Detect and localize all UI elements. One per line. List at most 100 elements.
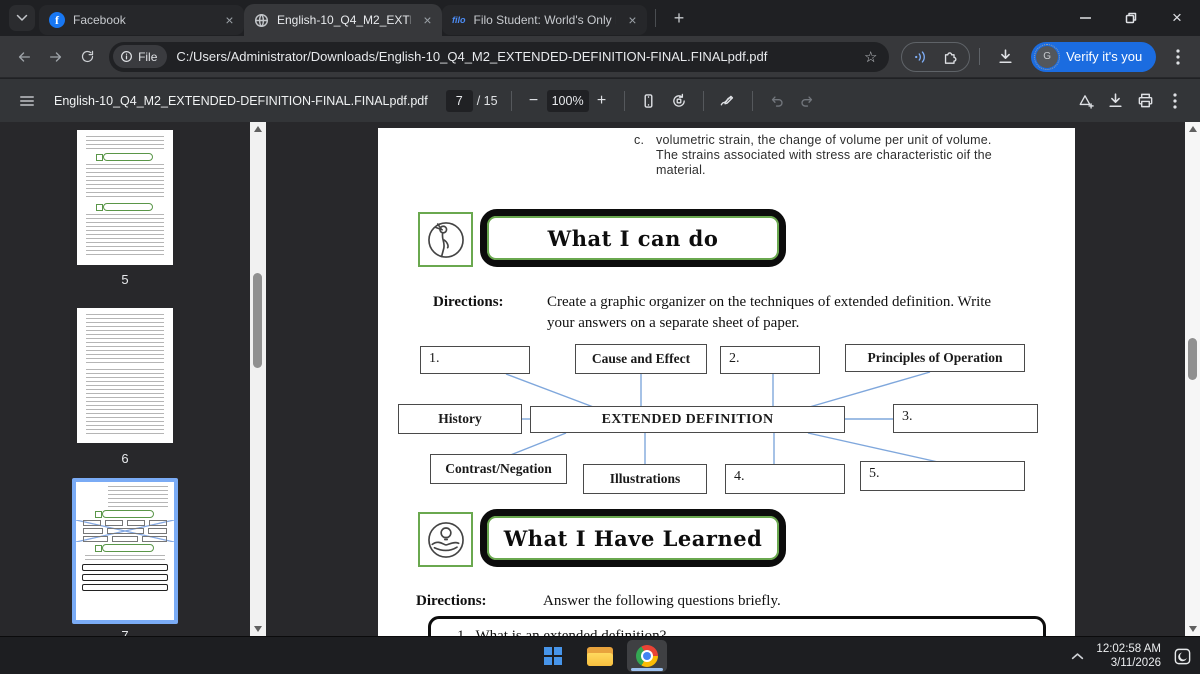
file-scheme-chip[interactable]: File: [113, 45, 168, 68]
scrollbar-thumb[interactable]: [253, 273, 262, 368]
reading-mode-icon[interactable]: [913, 49, 929, 65]
verify-its-you-button[interactable]: G Verify it's you: [1031, 41, 1157, 72]
close-window-button[interactable]: ×: [1154, 0, 1200, 36]
windows-taskbar: 12:02:58 AM 3/11/2026: [0, 636, 1200, 674]
zoom-level[interactable]: 100%: [546, 89, 589, 112]
fit-page-button[interactable]: [634, 86, 664, 116]
notification-center-icon[interactable]: [1173, 647, 1192, 666]
restore-icon: [1125, 12, 1137, 24]
pen-squiggle-icon: [720, 95, 734, 106]
tab-search-button[interactable]: [9, 5, 35, 31]
top-paragraph: c. volumetric strain, the change of volu…: [634, 133, 992, 178]
rotate-icon: [672, 93, 685, 107]
organizer-box-1: 1.: [420, 346, 530, 374]
banner-what-i-can-do: What I can do: [480, 209, 786, 267]
directions-1: Directions: Create a graphic organizer o…: [433, 292, 1059, 334]
question-1: 1. What is an extended definition?: [457, 628, 1043, 636]
banner-title: What I Have Learned: [487, 516, 779, 560]
organizer-box-5: 5.: [860, 461, 1025, 491]
scroll-up-arrow[interactable]: [250, 122, 266, 136]
pdf-page: c. volumetric strain, the change of volu…: [378, 128, 1075, 636]
pdf-menu-button[interactable]: [12, 86, 42, 116]
directions-line: Create a graphic organizer on the techni…: [547, 294, 992, 310]
pdf-download-button[interactable]: [1100, 86, 1130, 116]
directions-line: your answers on a separate sheet of pape…: [547, 315, 800, 331]
browser-window: f Facebook × English-10_Q4_M2_EXTENDED- …: [0, 0, 1200, 674]
pdf-viewer-content: 5 6 7 c. volumetric strain, the change o…: [0, 122, 1200, 636]
zoom-in-button[interactable]: +: [589, 88, 615, 114]
tab-close-icon[interactable]: ×: [419, 12, 436, 29]
paragraph-line: material.: [656, 163, 706, 177]
organizer-box-2: 2.: [720, 346, 820, 374]
banner-title: What I can do: [487, 216, 779, 260]
taskbar-clock[interactable]: 12:02:58 AM 3/11/2026: [1096, 642, 1161, 670]
pdf-toolbar: English-10_Q4_M2_EXTENDED-DEFINITION-FIN…: [0, 79, 1200, 122]
download-icon: [999, 49, 1012, 64]
folder-icon: [587, 646, 613, 666]
organizer-box-4: 4.: [725, 464, 845, 494]
clock-date: 3/11/2026: [1110, 657, 1161, 669]
url-text: C:/Users/Administrator/Downloads/English…: [176, 49, 768, 64]
thumbnail-page-7-selected[interactable]: [72, 478, 178, 624]
reload-icon: [81, 50, 93, 63]
tab-divider: [655, 9, 656, 27]
address-bar[interactable]: File C:/Users/Administrator/Downloads/En…: [109, 41, 890, 72]
minimize-button[interactable]: [1062, 0, 1108, 36]
hamburger-icon: [20, 95, 34, 106]
organizer-box-history: History: [398, 404, 522, 434]
tab-pdf-active[interactable]: English-10_Q4_M2_EXTENDED- ×: [244, 4, 442, 36]
question-number: 1.: [457, 628, 469, 636]
tab-facebook[interactable]: f Facebook ×: [39, 5, 244, 35]
downloads-button[interactable]: [989, 41, 1021, 73]
caret-plus-icon: [1079, 94, 1094, 109]
window-controls: ×: [1062, 0, 1200, 36]
redo-button[interactable]: [792, 86, 822, 116]
print-icon: [1138, 93, 1152, 108]
tab-title: Filo Student: World's Only Live |: [473, 13, 617, 27]
question-text: What is an extended definition?: [475, 628, 667, 636]
undo-button[interactable]: [762, 86, 792, 116]
reload-button[interactable]: [71, 41, 103, 73]
thumbnail-scrollbar[interactable]: [250, 122, 266, 636]
back-arrow-icon: [18, 51, 30, 62]
forward-button[interactable]: [40, 41, 72, 73]
windows-logo-icon: [544, 647, 562, 665]
page-number-input[interactable]: [445, 89, 473, 112]
tab-title: English-10_Q4_M2_EXTENDED-: [277, 13, 411, 27]
info-icon: [121, 51, 133, 62]
organizer-center-box: EXTENDED DEFINITION: [530, 406, 845, 433]
main-scrollbar[interactable]: [1185, 122, 1200, 636]
new-tab-button[interactable]: +: [666, 5, 692, 31]
zoom-out-button[interactable]: −: [521, 88, 547, 114]
annotate-pen-button[interactable]: [713, 86, 743, 116]
rotate-button[interactable]: [664, 86, 694, 116]
globe-icon: [254, 13, 269, 27]
directions-label: Directions:: [416, 593, 487, 609]
tab-filo[interactable]: filo Filo Student: World's Only Live | ×: [442, 5, 647, 35]
chrome-taskbar-button[interactable]: [627, 640, 667, 672]
scroll-up-arrow[interactable]: [1185, 122, 1200, 136]
text-annotation-button[interactable]: [1070, 86, 1100, 116]
pdf-filename: English-10_Q4_M2_EXTENDED-DEFINITION-FIN…: [54, 93, 428, 108]
extensions-capsule: [901, 41, 971, 72]
scroll-down-arrow[interactable]: [1185, 622, 1200, 636]
thumbnail-page-number: 7: [121, 628, 129, 636]
back-button[interactable]: [8, 41, 40, 73]
tab-close-icon[interactable]: ×: [221, 12, 238, 29]
restore-button[interactable]: [1108, 0, 1154, 36]
print-button[interactable]: [1130, 86, 1160, 116]
scroll-down-arrow[interactable]: [250, 622, 266, 636]
extensions-puzzle-icon[interactable]: [942, 49, 958, 65]
tray-chevron-icon[interactable]: [1071, 652, 1084, 661]
file-explorer-button[interactable]: [580, 640, 620, 672]
pdf-more-button[interactable]: [1160, 86, 1190, 116]
thumbnail-page-6[interactable]: [77, 308, 173, 443]
thumbnail-page-5[interactable]: [77, 130, 173, 265]
tab-close-icon[interactable]: ×: [624, 12, 641, 29]
forward-arrow-icon: [49, 51, 61, 62]
browser-menu-button[interactable]: [1164, 43, 1192, 71]
start-button[interactable]: [533, 640, 573, 672]
bookmark-star-icon[interactable]: ☆: [860, 48, 881, 66]
address-bar-row: File C:/Users/Administrator/Downloads/En…: [0, 36, 1200, 78]
scrollbar-thumb[interactable]: [1188, 338, 1197, 380]
